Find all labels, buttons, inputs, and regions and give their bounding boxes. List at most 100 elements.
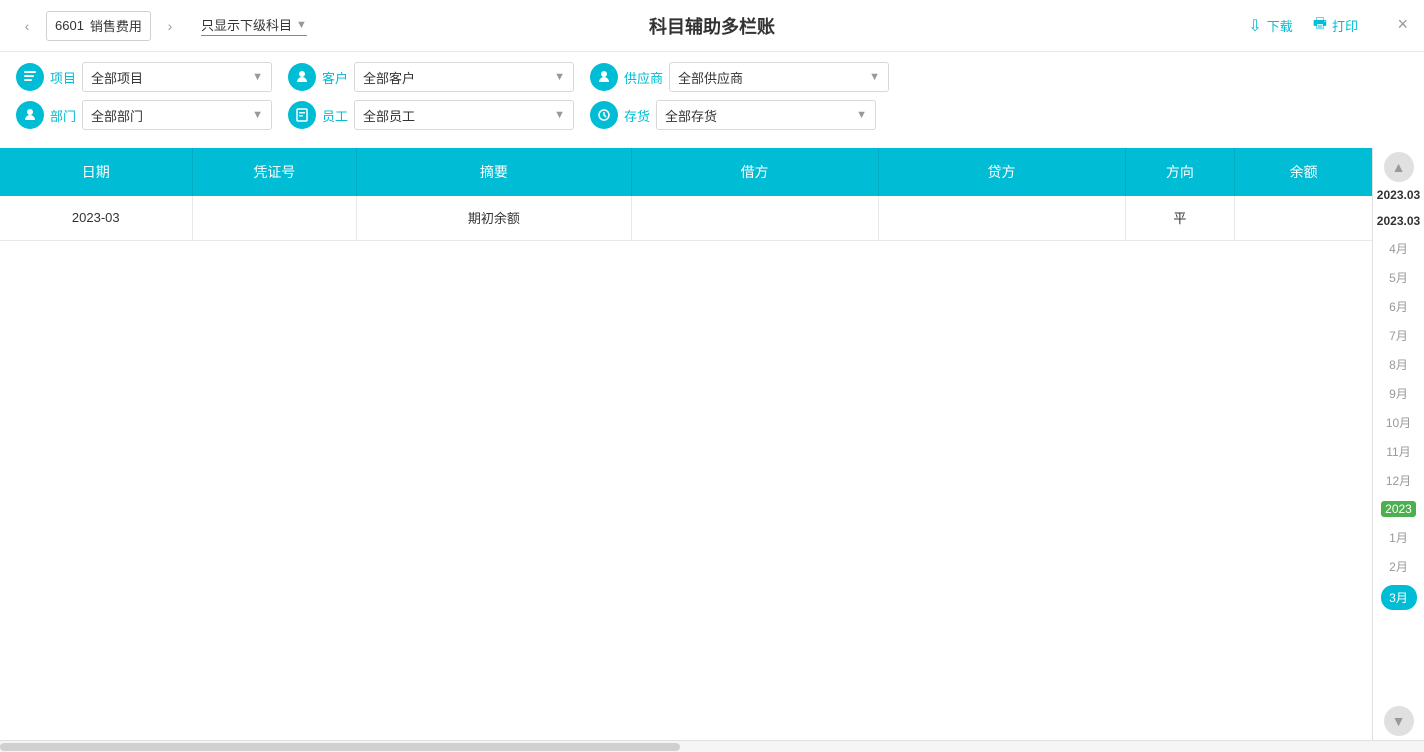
timeline-month-2[interactable]: 2月 (1373, 552, 1424, 581)
filter-row-2: 部门 全部部门 ▼ 员工 全部员工 ▼ (16, 100, 1408, 130)
account-code-box: 6601 销售费用 (46, 11, 151, 41)
prev-account-btn[interactable]: ‹ (16, 15, 38, 37)
employee-select[interactable]: 全部员工 ▼ (354, 100, 574, 130)
ledger-table: 日期 凭证号 摘要 借方 贷方 方向 余额 2023-03 (0, 148, 1372, 241)
timeline-month-7[interactable]: 7月 (1373, 321, 1424, 350)
account-code: 6601 (55, 18, 84, 33)
employee-chevron: ▼ (554, 109, 565, 121)
main-window: ‹ 6601 销售费用 › 只显示下级科目 ▼ 科目辅助多栏账 ⇩ 下载 🖶 打… (0, 0, 1424, 752)
col-summary: 摘要 (357, 148, 631, 196)
timeline-month-10[interactable]: 10月 (1373, 408, 1424, 437)
col-debit: 借方 (631, 148, 878, 196)
filter-area: 项目 全部项目 ▼ 客户 全部客户 ▼ (0, 52, 1424, 148)
timeline-month-8[interactable]: 8月 (1373, 350, 1424, 379)
customer-chevron: ▼ (554, 71, 565, 83)
supplier-value: 全部供应商 (678, 68, 743, 87)
col-balance: 余额 (1235, 148, 1372, 196)
timeline-scroll-up-btn[interactable]: ▲ (1384, 152, 1414, 182)
show-sub-chevron: ▼ (296, 19, 307, 31)
department-filter: 部门 全部部门 ▼ (16, 100, 272, 130)
customer-select[interactable]: 全部客户 ▼ (354, 62, 574, 92)
customer-label: 客户 (322, 68, 348, 87)
supplier-label: 供应商 (624, 68, 663, 87)
year-badge: 2023 (1381, 501, 1416, 517)
timeline-period-1[interactable]: 2023.03 (1373, 182, 1424, 208)
timeline-month-6[interactable]: 6月 (1373, 292, 1424, 321)
cell-debit (631, 196, 878, 240)
supplier-icon (590, 63, 618, 91)
horizontal-scrollbar[interactable] (0, 740, 1424, 752)
employee-filter: 员工 全部员工 ▼ (288, 100, 574, 130)
page-title: 科目辅助多栏账 (649, 13, 775, 39)
timeline-items-list: 2023.03 2023.03 4月 5月 6月 7月 8月 9月 10月 11… (1373, 182, 1424, 706)
customer-icon (288, 63, 316, 91)
col-direction: 方向 (1125, 148, 1235, 196)
department-select[interactable]: 全部部门 ▼ (82, 100, 272, 130)
cell-summary: 期初余额 (357, 196, 631, 240)
col-voucher: 凭证号 (192, 148, 357, 196)
inventory-select[interactable]: 全部存货 ▼ (656, 100, 876, 130)
col-date: 日期 (0, 148, 192, 196)
title-bar-left: ‹ 6601 销售费用 › 只显示下级科目 ▼ (16, 11, 307, 41)
inventory-value: 全部存货 (665, 106, 717, 125)
scrollbar-thumb[interactable] (0, 743, 680, 751)
timeline-scroll-down-btn[interactable]: ▼ (1384, 706, 1414, 736)
timeline-month-3-active[interactable]: 3月 (1381, 585, 1417, 610)
supplier-select[interactable]: 全部供应商 ▼ (669, 62, 889, 92)
customer-filter: 客户 全部客户 ▼ (288, 62, 574, 92)
print-label: 打印 (1332, 16, 1358, 35)
cell-balance (1235, 196, 1372, 240)
department-value: 全部部门 (91, 106, 143, 125)
employee-icon (288, 101, 316, 129)
show-sub-btn[interactable]: 只显示下级科目 ▼ (201, 15, 307, 36)
inventory-chevron: ▼ (856, 109, 867, 121)
project-value: 全部项目 (91, 68, 143, 87)
supplier-filter: 供应商 全部供应商 ▼ (590, 62, 889, 92)
cell-date: 2023-03 (0, 196, 192, 240)
col-credit: 贷方 (878, 148, 1125, 196)
project-chevron: ▼ (252, 71, 263, 83)
project-select[interactable]: 全部项目 ▼ (82, 62, 272, 92)
timeline-month-3-wrapper: 3月 (1381, 581, 1417, 614)
next-account-btn[interactable]: › (159, 15, 181, 37)
title-bar-right: ⇩ 下载 🖶 打印 (1248, 13, 1408, 38)
timeline-panel: ▲ 2023.03 2023.03 4月 5月 6月 7月 8月 9月 10月 … (1372, 148, 1424, 740)
download-label: 下载 (1267, 16, 1293, 35)
content-area: 日期 凭证号 摘要 借方 贷方 方向 余额 2023-03 (0, 148, 1424, 752)
cell-direction: 平 (1125, 196, 1235, 240)
timeline-year-2023: 2023 (1381, 495, 1416, 523)
timeline-month-5[interactable]: 5月 (1373, 263, 1424, 292)
close-btn[interactable]: × (1397, 14, 1408, 35)
inventory-icon (590, 101, 618, 129)
employee-value: 全部员工 (363, 106, 415, 125)
timeline-month-11[interactable]: 11月 (1373, 437, 1424, 466)
account-name: 销售费用 (90, 16, 142, 35)
timeline-month-12[interactable]: 12月 (1373, 466, 1424, 495)
project-filter: 项目 全部项目 ▼ (16, 62, 272, 92)
employee-label: 员工 (322, 106, 348, 125)
main-area: 日期 凭证号 摘要 借方 贷方 方向 余额 2023-03 (0, 148, 1424, 740)
timeline-period-2[interactable]: 2023.03 (1373, 208, 1424, 234)
project-label: 项目 (50, 68, 76, 87)
timeline-month-9[interactable]: 9月 (1373, 379, 1424, 408)
print-icon: 🖶 (1313, 13, 1327, 38)
inventory-filter: 存货 全部存货 ▼ (590, 100, 876, 130)
customer-value: 全部客户 (363, 68, 415, 87)
project-icon (16, 63, 44, 91)
supplier-chevron: ▼ (869, 71, 880, 83)
table-row[interactable]: 2023-03 期初余额 平 (0, 196, 1372, 240)
table-container[interactable]: 日期 凭证号 摘要 借方 贷方 方向 余额 2023-03 (0, 148, 1372, 740)
download-btn[interactable]: ⇩ 下载 (1248, 16, 1292, 36)
show-sub-label: 只显示下级科目 (201, 15, 292, 34)
inventory-label: 存货 (624, 106, 650, 125)
print-btn[interactable]: 🖶 打印 (1313, 13, 1358, 38)
download-icon: ⇩ (1248, 16, 1261, 36)
timeline-month-4[interactable]: 4月 (1373, 234, 1424, 263)
timeline-month-1[interactable]: 1月 (1373, 523, 1424, 552)
cell-credit (878, 196, 1125, 240)
filter-row-1: 项目 全部项目 ▼ 客户 全部客户 ▼ (16, 62, 1408, 92)
cell-voucher (192, 196, 357, 240)
department-icon (16, 101, 44, 129)
title-bar: ‹ 6601 销售费用 › 只显示下级科目 ▼ 科目辅助多栏账 ⇩ 下载 🖶 打… (0, 0, 1424, 52)
department-chevron: ▼ (252, 109, 263, 121)
